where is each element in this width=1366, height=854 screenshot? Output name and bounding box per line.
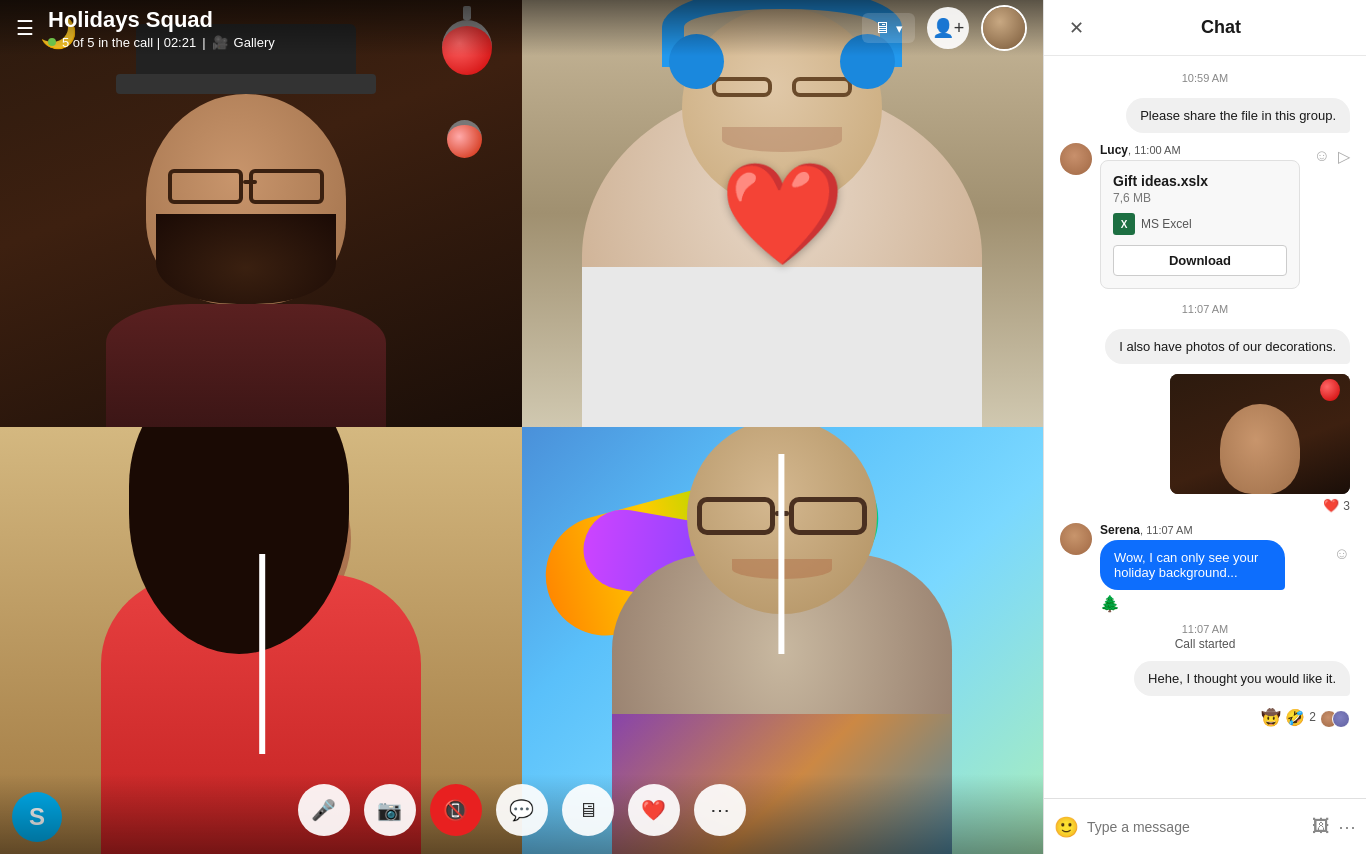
chat-button[interactable]: 💬 — [496, 784, 548, 836]
emoji-count: 2 — [1309, 710, 1316, 724]
end-call-icon: 📵 — [443, 798, 468, 822]
message-bubble-2: I also have photos of our decorations. — [1105, 329, 1350, 364]
chat-title: Chat — [1092, 17, 1350, 38]
share-screen-button[interactable]: 🖥 ▾ — [862, 13, 915, 43]
file-name: Gift ideas.xslx — [1113, 173, 1287, 189]
heart-icon: ❤️ — [641, 798, 666, 822]
video-cell-topleft: 🌙 — [0, 0, 522, 427]
chat-close-button[interactable]: ✕ — [1060, 12, 1092, 44]
msg-row-right-2: I also have photos of our decorations. — [1060, 329, 1350, 364]
ornament2 — [447, 120, 482, 158]
avatar-image — [983, 7, 1025, 49]
active-dot — [48, 38, 56, 46]
react-serena[interactable]: ☺ — [1334, 545, 1350, 563]
microphone-button[interactable]: 🎤 — [298, 784, 350, 836]
msg-content-serena: Serena, 11:07 AM Wow, I can only see you… — [1100, 523, 1326, 613]
emoji-button[interactable]: 🙂 — [1054, 815, 1079, 839]
video-icon: 📷 — [377, 798, 402, 822]
call-meta-text: 5 of 5 in the call | 02:21 — [62, 35, 196, 50]
video-grid: 🌙 — [0, 0, 1043, 854]
attach-button[interactable]: 🖼 — [1312, 816, 1330, 837]
add-participant-button[interactable]: 👤+ — [927, 7, 969, 49]
call-title: Holidays Squad — [48, 7, 275, 33]
glasses-bridge — [243, 180, 257, 184]
menu-icon[interactable]: ☰ — [16, 16, 34, 40]
timestamp-1107: 11:07 AM — [1060, 303, 1350, 315]
call-area: ☰ Holidays Squad 5 of 5 in the call | 02… — [0, 0, 1043, 854]
message-bubble-serena: Wow, I can only see your holiday backgro… — [1100, 540, 1285, 590]
msg-row-right-1: Please share the file in this group. — [1060, 98, 1350, 133]
tree-emoji: 🌲 — [1100, 594, 1326, 613]
message-input[interactable] — [1087, 819, 1304, 835]
decoration-photo[interactable] — [1170, 374, 1350, 494]
excel-icon: X — [1113, 213, 1135, 235]
more-icon: ⋯ — [710, 798, 730, 822]
heart-reaction-overlay: ❤️ — [720, 155, 845, 273]
photo-reactions: ❤️ 3 — [1323, 498, 1350, 513]
call-started-time: 11:07 AM — [1060, 623, 1350, 635]
br-earpiece — [779, 454, 785, 654]
control-bar: 🎤 📷 📵 💬 🖥 ❤️ ⋯ — [0, 774, 1043, 854]
shirt — [582, 267, 982, 427]
message-bubble-3: Hehe, I thought you would like it. — [1134, 661, 1350, 696]
avatar-group — [1320, 710, 1350, 728]
share-screen-label: ▾ — [896, 21, 903, 36]
msg-photo-row: ❤️ 3 — [1060, 374, 1350, 513]
react-icon[interactable]: ☺ — [1314, 147, 1330, 166]
video-cell-topright: ❤️ — [522, 0, 1044, 427]
end-call-button[interactable]: 📵 — [430, 784, 482, 836]
emoji-reactions-row: 🤠 🤣 2 — [1060, 706, 1350, 728]
sender-serena: Serena, 11:07 AM — [1100, 523, 1326, 537]
timestamp-1059: 10:59 AM — [1060, 72, 1350, 84]
chat-messages: 10:59 AM Please share the file in this g… — [1044, 56, 1366, 798]
separator: | — [202, 35, 205, 50]
chat-header: ✕ Chat — [1044, 0, 1366, 56]
msg-content-lucy: Lucy, 11:00 AM Gift ideas.xslx 7,6 MB X … — [1100, 143, 1306, 289]
file-app-name: MS Excel — [1141, 217, 1192, 231]
video-button[interactable]: 📷 — [364, 784, 416, 836]
call-meta: 5 of 5 in the call | 02:21 | 🎥 Gallery — [48, 35, 275, 50]
cowboy-emoji: 🤠 — [1261, 708, 1281, 727]
avatar-lucy — [1060, 143, 1092, 175]
react-serena-icon[interactable]: ☺ — [1334, 545, 1350, 562]
camera-icon: 🎥 — [212, 35, 228, 50]
small-avatar-2 — [1332, 710, 1350, 728]
gallery-label: Gallery — [234, 35, 275, 50]
msg-row-right-3: Hehe, I thought you would like it. — [1060, 661, 1350, 696]
screen-share-icon: 🖥 — [578, 799, 598, 822]
forward-icon[interactable]: ▷ — [1338, 147, 1350, 166]
mic-icon: 🎤 — [311, 798, 336, 822]
call-started-label: Call started — [1060, 637, 1350, 651]
add-person-icon: 👤+ — [932, 17, 965, 39]
screen-share-button[interactable]: 🖥 — [562, 784, 614, 836]
user-avatar — [981, 5, 1027, 51]
share-screen-icon: 🖥 — [874, 19, 890, 37]
file-type-row: X MS Excel — [1113, 213, 1287, 235]
call-started-section: 11:07 AM Call started — [1060, 623, 1350, 651]
msg-row-serena: Serena, 11:07 AM Wow, I can only see you… — [1060, 523, 1350, 613]
glasses-left — [168, 169, 243, 204]
heart-reaction: ❤️ — [1323, 498, 1339, 513]
top-bar: ☰ Holidays Squad 5 of 5 in the call | 02… — [0, 0, 1043, 56]
chat-icon: 💬 — [509, 798, 534, 822]
msg-row-lucy-file: Lucy, 11:00 AM Gift ideas.xslx 7,6 MB X … — [1060, 143, 1350, 289]
message-bubble-1: Please share the file in this group. — [1126, 98, 1350, 133]
file-size: 7,6 MB — [1113, 191, 1287, 205]
reaction-count: 3 — [1343, 499, 1350, 513]
title-block: Holidays Squad 5 of 5 in the call | 02:2… — [48, 7, 275, 50]
input-more-button[interactable]: ⋯ — [1338, 816, 1356, 838]
chat-input-area: 🙂 🖼 ⋯ — [1044, 798, 1366, 854]
file-card: Gift ideas.xslx 7,6 MB X MS Excel Downlo… — [1100, 160, 1300, 289]
avatar-serena — [1060, 523, 1092, 555]
msg-actions-lucy: ☺ ▷ — [1314, 147, 1350, 166]
earpiece-wire — [259, 554, 265, 754]
sender-lucy: Lucy, 11:00 AM — [1100, 143, 1306, 157]
glasses-right — [249, 169, 324, 204]
chat-panel: ✕ Chat 10:59 AM Please share the file in… — [1043, 0, 1366, 854]
download-button[interactable]: Download — [1113, 245, 1287, 276]
heart-button[interactable]: ❤️ — [628, 784, 680, 836]
more-options-button[interactable]: ⋯ — [694, 784, 746, 836]
top-right-controls: 🖥 ▾ 👤+ — [862, 5, 1027, 51]
laugh-emoji: 🤣 — [1285, 708, 1305, 727]
